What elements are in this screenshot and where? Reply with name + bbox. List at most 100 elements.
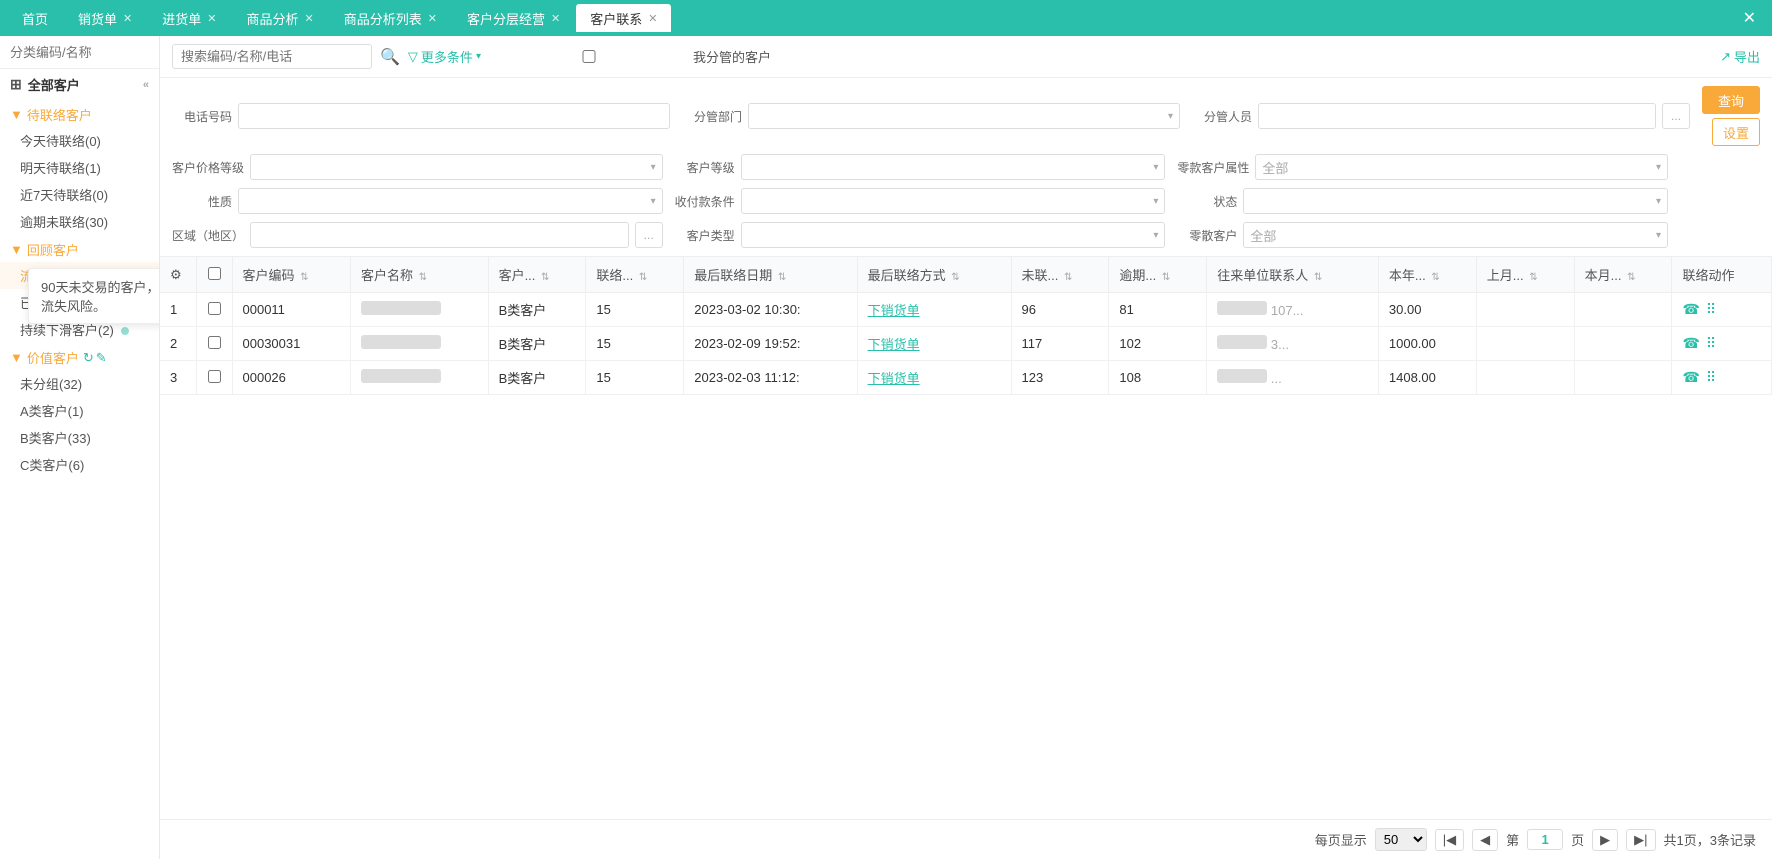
tab-product-analysis[interactable]: 商品分析 ✕ bbox=[232, 4, 327, 32]
close-icon[interactable]: ✕ bbox=[648, 12, 657, 25]
tab-home[interactable]: 首页 bbox=[8, 4, 62, 32]
region-ellipsis-button[interactable]: ... bbox=[635, 222, 663, 248]
sidebar-item-overdue[interactable]: 逾期未联络(30) bbox=[0, 208, 159, 235]
sort-icon[interactable]: ⇅ bbox=[1064, 272, 1072, 283]
select-all-checkbox[interactable] bbox=[208, 267, 221, 280]
phone-input[interactable] bbox=[238, 103, 670, 129]
row-last-method[interactable]: 下销货单 bbox=[857, 327, 1011, 361]
last-page-button[interactable]: ▶| bbox=[1626, 829, 1655, 851]
action-more-icon[interactable]: ⠿ bbox=[1706, 301, 1716, 318]
close-icon[interactable]: ✕ bbox=[428, 12, 437, 25]
sidebar-section-value[interactable]: ▼ 价值客户 ↻ ✎ bbox=[0, 343, 159, 370]
row-last-method[interactable]: 下销货单 bbox=[857, 293, 1011, 327]
collapse-icon[interactable]: « bbox=[143, 79, 149, 91]
sidebar-item-today[interactable]: 今天待联络(0) bbox=[0, 127, 159, 154]
window-close-button[interactable]: ✕ bbox=[1735, 8, 1764, 28]
chevron-down-icon: ▾ bbox=[1168, 111, 1173, 122]
sidebar-section-review[interactable]: ▼ 回顾客户 bbox=[0, 235, 159, 262]
search-button[interactable]: 🔍 bbox=[380, 47, 400, 67]
sidebar-item-ungrouped[interactable]: 未分组(32) bbox=[0, 370, 159, 397]
filter-icon: ▽ bbox=[408, 49, 418, 65]
method-link[interactable]: 下销货单 bbox=[868, 337, 920, 352]
status-select[interactable]: ▾ bbox=[1243, 188, 1668, 214]
more-conditions-btn[interactable]: ▽ 更多条件 ▾ bbox=[408, 47, 481, 66]
region-input[interactable] bbox=[250, 222, 629, 248]
sort-icon[interactable]: ⇅ bbox=[541, 272, 549, 283]
my-customers-checkbox[interactable] bbox=[489, 50, 689, 63]
tab-purchase[interactable]: 进货单 ✕ bbox=[148, 4, 230, 32]
settings-button[interactable]: 设置 bbox=[1712, 118, 1760, 146]
col-this-month: 本月... ⇅ bbox=[1574, 257, 1672, 293]
sort-icon[interactable]: ⇅ bbox=[300, 272, 308, 283]
page-number-input[interactable] bbox=[1527, 829, 1563, 850]
row-checkbox[interactable] bbox=[208, 302, 221, 315]
payment-select[interactable]: ▾ bbox=[741, 188, 1166, 214]
tab-customer-segment[interactable]: 客户分层经营 ✕ bbox=[453, 4, 574, 32]
action-contact-icon[interactable]: ☎ bbox=[1682, 335, 1699, 352]
query-button[interactable]: 查询 bbox=[1702, 86, 1760, 114]
sort-icon[interactable]: ⇅ bbox=[639, 272, 647, 283]
edit-icon[interactable]: ✎ bbox=[96, 350, 107, 366]
row-last-date: 2023-02-03 11:12: bbox=[684, 361, 857, 395]
sort-icon[interactable]: ⇅ bbox=[1431, 272, 1439, 283]
price-level-label: 客户价格等级 bbox=[172, 159, 244, 176]
filter-phone: 电话号码 bbox=[172, 86, 670, 146]
sidebar-item-tomorrow[interactable]: 明天待联络(1) bbox=[0, 154, 159, 181]
tab-product-analysis-list[interactable]: 商品分析列表 ✕ bbox=[330, 4, 451, 32]
close-icon[interactable]: ✕ bbox=[551, 12, 560, 25]
next-page-button[interactable]: ▶ bbox=[1592, 829, 1618, 851]
sidebar-item-7days[interactable]: 近7天待联络(0) bbox=[0, 181, 159, 208]
select-all-col-header[interactable] bbox=[196, 257, 232, 293]
sidebar-item-class-c[interactable]: C类客户(6) bbox=[0, 451, 159, 478]
gender-select[interactable]: ▾ bbox=[238, 188, 663, 214]
action-contact-icon[interactable]: ☎ bbox=[1682, 369, 1699, 386]
manager-input[interactable] bbox=[1258, 103, 1656, 129]
tab-customer-contact[interactable]: 客户联系 ✕ bbox=[576, 4, 671, 32]
prev-page-button[interactable]: ◀ bbox=[1472, 829, 1498, 851]
dept-select[interactable]: ▾ bbox=[748, 103, 1180, 129]
row-checkbox[interactable] bbox=[208, 370, 221, 383]
manager-ellipsis-button[interactable]: ... bbox=[1662, 103, 1690, 129]
per-page-select[interactable]: 50 20 100 bbox=[1375, 828, 1427, 851]
export-button[interactable]: ↗ 导出 bbox=[1720, 47, 1760, 66]
zero-attr-select[interactable]: 全部 ▾ bbox=[1255, 154, 1668, 180]
price-level-select[interactable]: ▾ bbox=[250, 154, 663, 180]
row-checkbox-cell[interactable] bbox=[196, 361, 232, 395]
action-more-icon[interactable]: ⠿ bbox=[1706, 335, 1716, 352]
settings-col-header[interactable]: ⚙ bbox=[160, 257, 196, 293]
zero-customer-select[interactable]: 全部 ▾ bbox=[1243, 222, 1668, 248]
sort-icon[interactable]: ⇅ bbox=[1627, 272, 1635, 283]
my-customers-checkbox-label[interactable]: 我分管的客户 bbox=[489, 47, 771, 66]
row-last-method[interactable]: 下销货单 bbox=[857, 361, 1011, 395]
refresh-icon[interactable]: ↻ bbox=[83, 350, 94, 366]
sort-icon[interactable]: ⇅ bbox=[419, 272, 427, 283]
sort-icon[interactable]: ⇅ bbox=[1529, 272, 1537, 283]
sidebar-search-input[interactable] bbox=[10, 45, 160, 60]
customer-level-select[interactable]: ▾ bbox=[741, 154, 1166, 180]
sidebar-section-pending[interactable]: ▼ 待联络客户 bbox=[0, 100, 159, 127]
chevron-down-icon: ▾ bbox=[1153, 162, 1158, 173]
tab-sales[interactable]: 销货单 ✕ bbox=[64, 4, 146, 32]
row-customer-type: B类客户 bbox=[488, 327, 586, 361]
sidebar-item-class-a[interactable]: A类客户(1) bbox=[0, 397, 159, 424]
action-contact-icon[interactable]: ☎ bbox=[1682, 301, 1699, 318]
close-icon[interactable]: ✕ bbox=[207, 12, 216, 25]
row-checkbox-cell[interactable] bbox=[196, 327, 232, 361]
method-link[interactable]: 下销货单 bbox=[868, 371, 920, 386]
row-checkbox[interactable] bbox=[208, 336, 221, 349]
method-link[interactable]: 下销货单 bbox=[868, 303, 920, 318]
close-icon[interactable]: ✕ bbox=[305, 12, 314, 25]
row-checkbox-cell[interactable] bbox=[196, 293, 232, 327]
sort-icon[interactable]: ⇅ bbox=[778, 272, 786, 283]
close-icon[interactable]: ✕ bbox=[123, 12, 132, 25]
sidebar-all-customers[interactable]: ⊞ 全部客户 « bbox=[0, 69, 159, 100]
sort-icon[interactable]: ⇅ bbox=[1314, 272, 1322, 283]
search-input[interactable] bbox=[172, 44, 372, 69]
action-more-icon[interactable]: ⠿ bbox=[1706, 369, 1716, 386]
sort-icon[interactable]: ⇅ bbox=[1162, 272, 1170, 283]
first-page-button[interactable]: |◀ bbox=[1435, 829, 1464, 851]
customer-type-select[interactable]: ▾ bbox=[741, 222, 1166, 248]
sidebar-item-class-b[interactable]: B类客户(33) bbox=[0, 424, 159, 451]
sort-icon[interactable]: ⇅ bbox=[951, 272, 959, 283]
row-index: 1 bbox=[160, 293, 196, 327]
